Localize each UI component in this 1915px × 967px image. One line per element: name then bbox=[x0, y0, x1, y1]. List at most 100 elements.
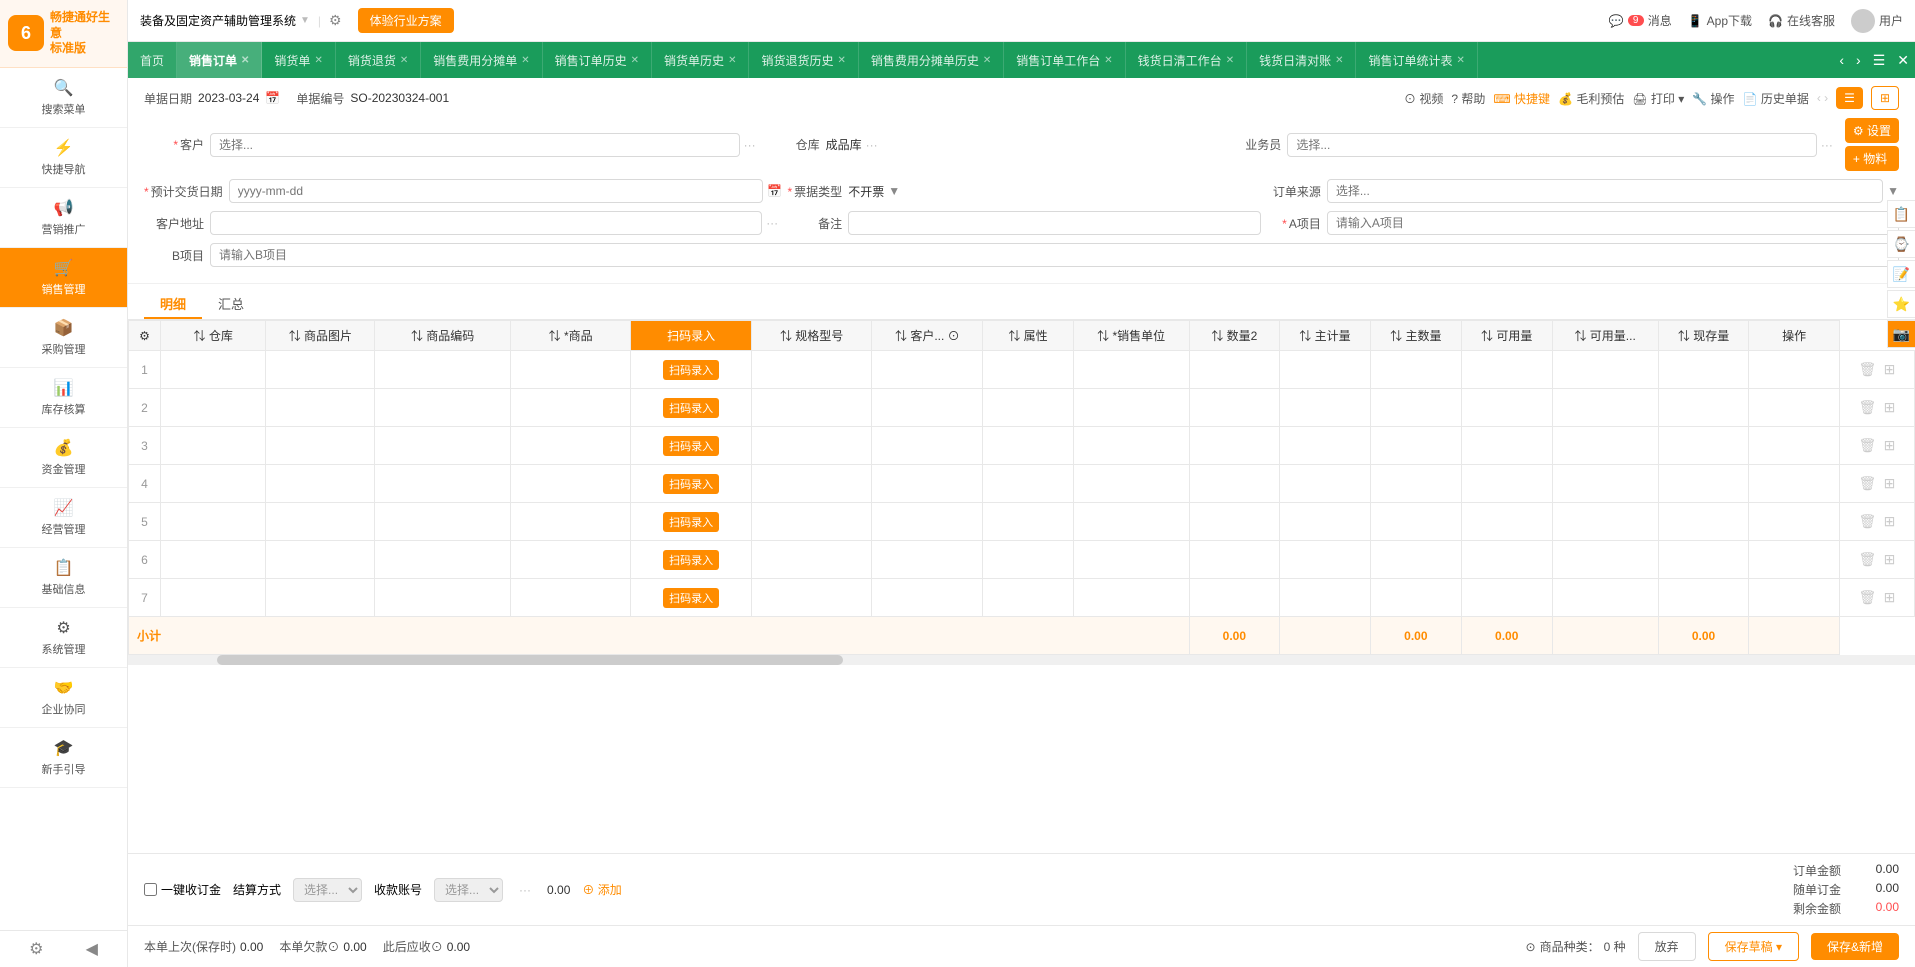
copy-icon-6[interactable]: ⊞ bbox=[1884, 551, 1896, 567]
scan-btn-1[interactable]: 扫码录入 bbox=[663, 360, 719, 380]
b-project-input[interactable] bbox=[210, 243, 1899, 267]
order-source-dropdown-icon[interactable]: ▼ bbox=[1887, 184, 1899, 198]
operation-btn[interactable]: 🔧 操作 bbox=[1692, 90, 1734, 107]
shortcut-btn[interactable]: ⌨ 快捷键 bbox=[1493, 90, 1550, 107]
delete-icon-7[interactable]: 🗑 bbox=[1858, 589, 1876, 605]
sidebar-item-7[interactable]: 📈经营管理 bbox=[0, 488, 127, 548]
th-avail[interactable]: ⇅ 可用量 bbox=[1461, 321, 1552, 351]
tab-6[interactable]: 销货单历史✕ bbox=[652, 42, 749, 78]
copy-icon-5[interactable]: ⊞ bbox=[1884, 513, 1896, 529]
th-warehouse[interactable]: ⇅ 仓库 bbox=[161, 321, 266, 351]
solution-button[interactable]: 体验行业方案 bbox=[358, 8, 454, 33]
delete-icon-4[interactable]: 🗑 bbox=[1858, 475, 1876, 491]
sidebar-item-5[interactable]: 📊库存核算 bbox=[0, 368, 127, 428]
tab-close-8[interactable]: ✕ bbox=[983, 55, 991, 66]
history-btn[interactable]: 📄 历史单据 bbox=[1743, 90, 1809, 107]
sidebar-item-9[interactable]: ⚙系统管理 bbox=[0, 608, 127, 668]
sidebar-item-2[interactable]: 📢营销推广 bbox=[0, 188, 127, 248]
sidebar-item-1[interactable]: ⚡快捷导航 bbox=[0, 128, 127, 188]
float-btn-5[interactable]: 📷 bbox=[1887, 320, 1915, 348]
horizontal-scrollbar[interactable] bbox=[128, 655, 1915, 665]
scan-btn-6[interactable]: 扫码录入 bbox=[663, 550, 719, 570]
th-gear[interactable]: ⚙ bbox=[129, 321, 161, 351]
collapse-icon[interactable]: ◀ bbox=[86, 939, 98, 959]
sidebar-item-10[interactable]: 🤝企业协同 bbox=[0, 668, 127, 728]
delivery-calendar-icon[interactable]: 📅 bbox=[767, 184, 782, 198]
tab-close-2[interactable]: ✕ bbox=[314, 55, 322, 66]
profit-btn[interactable]: 💰 毛利预估 bbox=[1558, 90, 1624, 107]
scan-btn-4[interactable]: 扫码录入 bbox=[663, 474, 719, 494]
tab-10[interactable]: 钱货日清工作台✕ bbox=[1126, 42, 1247, 78]
th-code[interactable]: ⇅ 商品编码 bbox=[375, 321, 511, 351]
tab-close-1[interactable]: ✕ bbox=[241, 55, 249, 66]
tab-close-4[interactable]: ✕ bbox=[521, 55, 529, 66]
address-more-icon[interactable]: ··· bbox=[766, 216, 778, 230]
tab-12[interactable]: 销售订单统计表✕ bbox=[1356, 42, 1477, 78]
tab-close-11[interactable]: ✕ bbox=[1335, 55, 1343, 66]
th-qty2[interactable]: ⇅ 数量2 bbox=[1189, 321, 1279, 351]
delete-icon-1[interactable]: 🗑 bbox=[1858, 361, 1876, 377]
help-btn[interactable]: ? 帮助 bbox=[1451, 90, 1485, 107]
sidebar-item-4[interactable]: 📦采购管理 bbox=[0, 308, 127, 368]
payment-method-select[interactable]: 选择... bbox=[293, 878, 362, 902]
column-view-btn[interactable]: ☰ bbox=[1836, 87, 1863, 109]
tab-3[interactable]: 销货退货✕ bbox=[336, 42, 421, 78]
tab-left-arrow[interactable]: ‹ bbox=[1833, 52, 1850, 68]
address-input[interactable] bbox=[210, 211, 762, 235]
scan-btn-2[interactable]: 扫码录入 bbox=[663, 398, 719, 418]
gear-settings-icon[interactable]: ⚙ bbox=[329, 12, 342, 29]
delivery-date-input[interactable] bbox=[229, 179, 764, 203]
video-btn[interactable]: ⊙ 视频 bbox=[1404, 90, 1443, 107]
tab-close-5[interactable]: ✕ bbox=[631, 55, 639, 66]
scan-btn-3[interactable]: 扫码录入 bbox=[663, 436, 719, 456]
app-download[interactable]: 📱 App下载 bbox=[1688, 12, 1752, 29]
add-payment-btn[interactable]: ⊕ 添加 bbox=[582, 881, 621, 898]
tab-0[interactable]: 首页 bbox=[128, 42, 177, 78]
copy-icon-7[interactable]: ⊞ bbox=[1884, 589, 1896, 605]
delete-icon-5[interactable]: 🗑 bbox=[1858, 513, 1876, 529]
sidebar-item-8[interactable]: 📋基础信息 bbox=[0, 548, 127, 608]
scan-btn-5[interactable]: 扫码录入 bbox=[663, 512, 719, 532]
th-avail2[interactable]: ⇅ 可用量... bbox=[1552, 321, 1658, 351]
th-main-unit[interactable]: ⇅ 主计量 bbox=[1280, 321, 1371, 351]
float-btn-1[interactable]: 📋 bbox=[1887, 200, 1915, 228]
online-service[interactable]: 🎧 在线客服 bbox=[1768, 12, 1835, 29]
copy-icon-2[interactable]: ⊞ bbox=[1884, 399, 1896, 415]
tab-4[interactable]: 销售费用分摊单✕ bbox=[421, 42, 542, 78]
th-attr[interactable]: ⇅ 属性 bbox=[983, 321, 1073, 351]
copy-icon-4[interactable]: ⊞ bbox=[1884, 475, 1896, 491]
th-unit[interactable]: ⇅ *销售单位 bbox=[1073, 321, 1189, 351]
float-btn-3[interactable]: 📝 bbox=[1887, 260, 1915, 288]
tab-8[interactable]: 销售费用分摊单历史✕ bbox=[859, 42, 1004, 78]
add-material-btn[interactable]: + 物料 bbox=[1845, 146, 1899, 171]
tab-close-7[interactable]: ✕ bbox=[837, 55, 845, 66]
salesman-more-icon[interactable]: ··· bbox=[1821, 138, 1833, 152]
scan-btn-7[interactable]: 扫码录入 bbox=[663, 588, 719, 608]
tab-2[interactable]: 销货单✕ bbox=[262, 42, 335, 78]
warehouse-more-icon[interactable]: ··· bbox=[866, 138, 878, 152]
a-project-input[interactable] bbox=[1327, 211, 1899, 235]
tab-close-6[interactable]: ✕ bbox=[728, 55, 736, 66]
tab-right-arrow[interactable]: › bbox=[1850, 52, 1867, 68]
settings-btn[interactable]: ⚙ 设置 bbox=[1845, 118, 1899, 143]
copy-icon-1[interactable]: ⊞ bbox=[1884, 361, 1896, 377]
sidebar-item-6[interactable]: 💰资金管理 bbox=[0, 428, 127, 488]
tab-11[interactable]: 钱货日清对账✕ bbox=[1247, 42, 1356, 78]
tab-close-10[interactable]: ✕ bbox=[1226, 55, 1234, 66]
tab-summary[interactable]: 汇总 bbox=[202, 290, 260, 319]
sidebar-item-3[interactable]: 🛒销售管理 bbox=[0, 248, 127, 308]
print-btn[interactable]: 🖨 打印 ▾ bbox=[1632, 90, 1684, 107]
tab-5[interactable]: 销售订单历史✕ bbox=[543, 42, 652, 78]
tab-menu-icon[interactable]: ☰ bbox=[1867, 52, 1892, 69]
delete-icon-2[interactable]: 🗑 bbox=[1858, 399, 1876, 415]
customer-more-icon[interactable]: ··· bbox=[744, 138, 756, 152]
save-draft-button[interactable]: 保存草稿 ▾ bbox=[1708, 932, 1799, 961]
tab-close-all-icon[interactable]: ✕ bbox=[1891, 52, 1915, 69]
sidebar-item-11[interactable]: 🎓新手引导 bbox=[0, 728, 127, 788]
payment-account-select[interactable]: 选择... bbox=[434, 878, 503, 902]
th-img[interactable]: ⇅ 商品图片 bbox=[266, 321, 375, 351]
customer-input[interactable] bbox=[210, 133, 740, 157]
user-avatar[interactable]: 用户 bbox=[1851, 9, 1903, 33]
invoice-dropdown-icon[interactable]: ▼ bbox=[888, 184, 900, 198]
th-stock[interactable]: ⇅ 现存量 bbox=[1658, 321, 1749, 351]
